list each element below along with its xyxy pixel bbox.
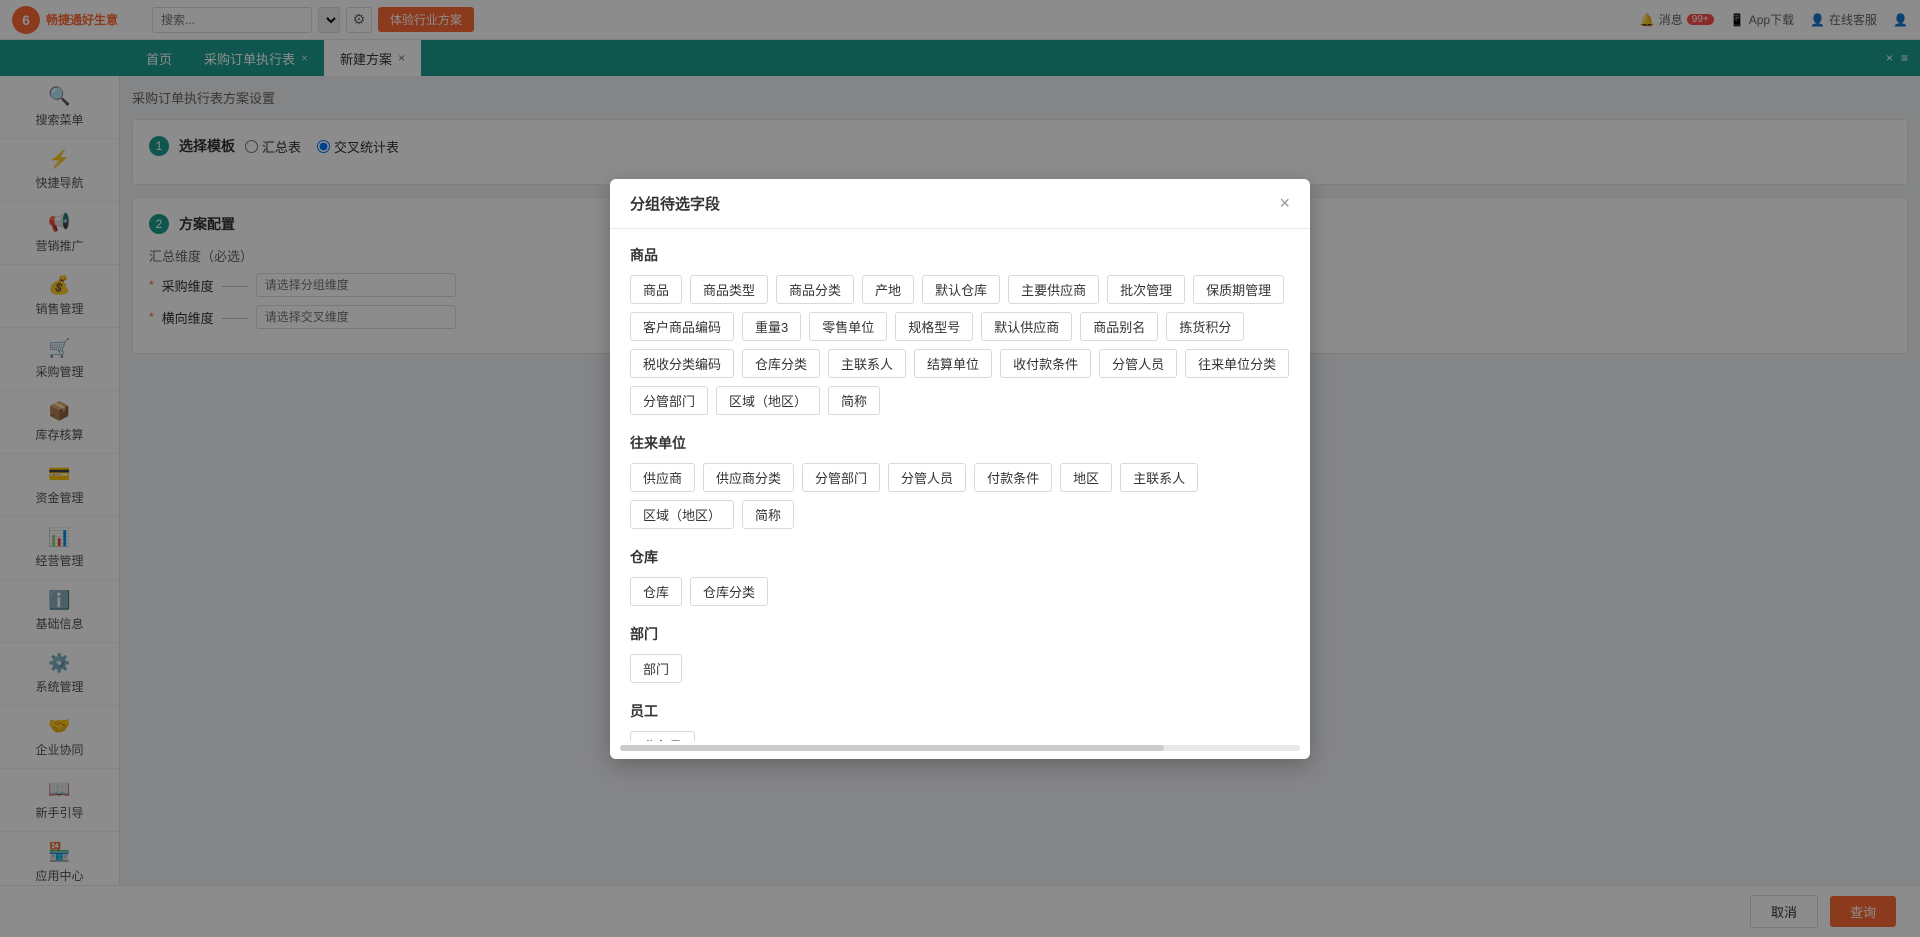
field-section-部门: 部门部门 bbox=[630, 624, 1290, 683]
field-tags: 仓库仓库分类 bbox=[630, 577, 1290, 606]
field-tag[interactable]: 区域（地区） bbox=[716, 386, 820, 415]
field-section-title: 部门 bbox=[630, 624, 1290, 644]
modal-overlay: 分组待选字段 × 商品商品商品类型商品分类产地默认仓库主要供应商批次管理保质期管… bbox=[0, 0, 1920, 937]
field-tag[interactable]: 重量3 bbox=[742, 312, 801, 341]
field-section-title: 商品 bbox=[630, 245, 1290, 265]
field-tag[interactable]: 零售单位 bbox=[809, 312, 887, 341]
field-tag[interactable]: 规格型号 bbox=[895, 312, 973, 341]
field-tag[interactable]: 商品 bbox=[630, 275, 682, 304]
field-tag[interactable]: 地区 bbox=[1060, 463, 1112, 492]
field-section-员工: 员工业务员 bbox=[630, 701, 1290, 741]
field-section-title: 员工 bbox=[630, 701, 1290, 721]
modal-body: 商品商品商品类型商品分类产地默认仓库主要供应商批次管理保质期管理客户商品编码重量… bbox=[610, 229, 1310, 741]
field-tag[interactable]: 供应商 bbox=[630, 463, 695, 492]
field-tag[interactable]: 分管部门 bbox=[802, 463, 880, 492]
field-tag[interactable]: 主联系人 bbox=[1120, 463, 1198, 492]
field-tags: 商品商品类型商品分类产地默认仓库主要供应商批次管理保质期管理客户商品编码重量3 零… bbox=[630, 275, 1290, 415]
field-tag[interactable]: 保质期管理 bbox=[1193, 275, 1284, 304]
field-section-title: 仓库 bbox=[630, 547, 1290, 567]
field-tag[interactable]: 产地 bbox=[862, 275, 914, 304]
field-tag[interactable]: 商品类型 bbox=[690, 275, 768, 304]
field-tag[interactable]: 结算单位 bbox=[914, 349, 992, 378]
field-tag[interactable]: 拣货积分 bbox=[1166, 312, 1244, 341]
field-tag[interactable]: 税收分类编码 bbox=[630, 349, 734, 378]
field-section-title: 往来单位 bbox=[630, 433, 1290, 453]
field-tag[interactable]: 仓库分类 bbox=[690, 577, 768, 606]
field-tag[interactable]: 供应商分类 bbox=[703, 463, 794, 492]
field-tag[interactable]: 主联系人 bbox=[828, 349, 906, 378]
field-tag[interactable]: 简称 bbox=[742, 500, 794, 529]
field-tag[interactable]: 仓库 bbox=[630, 577, 682, 606]
field-tag[interactable]: 商品分类 bbox=[776, 275, 854, 304]
field-tag[interactable]: 默认仓库 bbox=[922, 275, 1000, 304]
field-tag[interactable]: 往来单位分类 bbox=[1185, 349, 1289, 378]
field-tag[interactable]: 分管部门 bbox=[630, 386, 708, 415]
field-tag[interactable]: 默认供应商 bbox=[981, 312, 1072, 341]
field-tag[interactable]: 区域（地区） bbox=[630, 500, 734, 529]
field-tag[interactable]: 收付款条件 bbox=[1000, 349, 1091, 378]
field-tag[interactable]: 部门 bbox=[630, 654, 682, 683]
field-select-modal: 分组待选字段 × 商品商品商品类型商品分类产地默认仓库主要供应商批次管理保质期管… bbox=[610, 179, 1310, 759]
modal-title: 分组待选字段 bbox=[630, 193, 720, 214]
field-tag[interactable]: 商品别名 bbox=[1080, 312, 1158, 341]
field-section-往来单位: 往来单位供应商供应商分类分管部门分管人员付款条件地区主联系人区域（地区） 简称 bbox=[630, 433, 1290, 529]
field-section-商品: 商品商品商品类型商品分类产地默认仓库主要供应商批次管理保质期管理客户商品编码重量… bbox=[630, 245, 1290, 415]
modal-close-button[interactable]: × bbox=[1279, 193, 1290, 214]
modal-header: 分组待选字段 × bbox=[610, 179, 1310, 229]
field-section-仓库: 仓库仓库仓库分类 bbox=[630, 547, 1290, 606]
field-tag[interactable]: 客户商品编码 bbox=[630, 312, 734, 341]
modal-scrollbar-area bbox=[610, 741, 1310, 759]
field-tag[interactable]: 简称 bbox=[828, 386, 880, 415]
field-tag[interactable]: 主要供应商 bbox=[1008, 275, 1099, 304]
field-tag[interactable]: 付款条件 bbox=[974, 463, 1052, 492]
field-tag[interactable]: 分管人员 bbox=[888, 463, 966, 492]
field-tag[interactable]: 分管人员 bbox=[1099, 349, 1177, 378]
field-tags: 业务员 bbox=[630, 731, 1290, 741]
field-tags: 部门 bbox=[630, 654, 1290, 683]
field-tag[interactable]: 业务员 bbox=[630, 731, 695, 741]
field-tag[interactable]: 批次管理 bbox=[1107, 275, 1185, 304]
modal-hscrollbar[interactable] bbox=[620, 745, 1300, 751]
field-tags: 供应商供应商分类分管部门分管人员付款条件地区主联系人区域（地区） 简称 bbox=[630, 463, 1290, 529]
field-tag[interactable]: 仓库分类 bbox=[742, 349, 820, 378]
